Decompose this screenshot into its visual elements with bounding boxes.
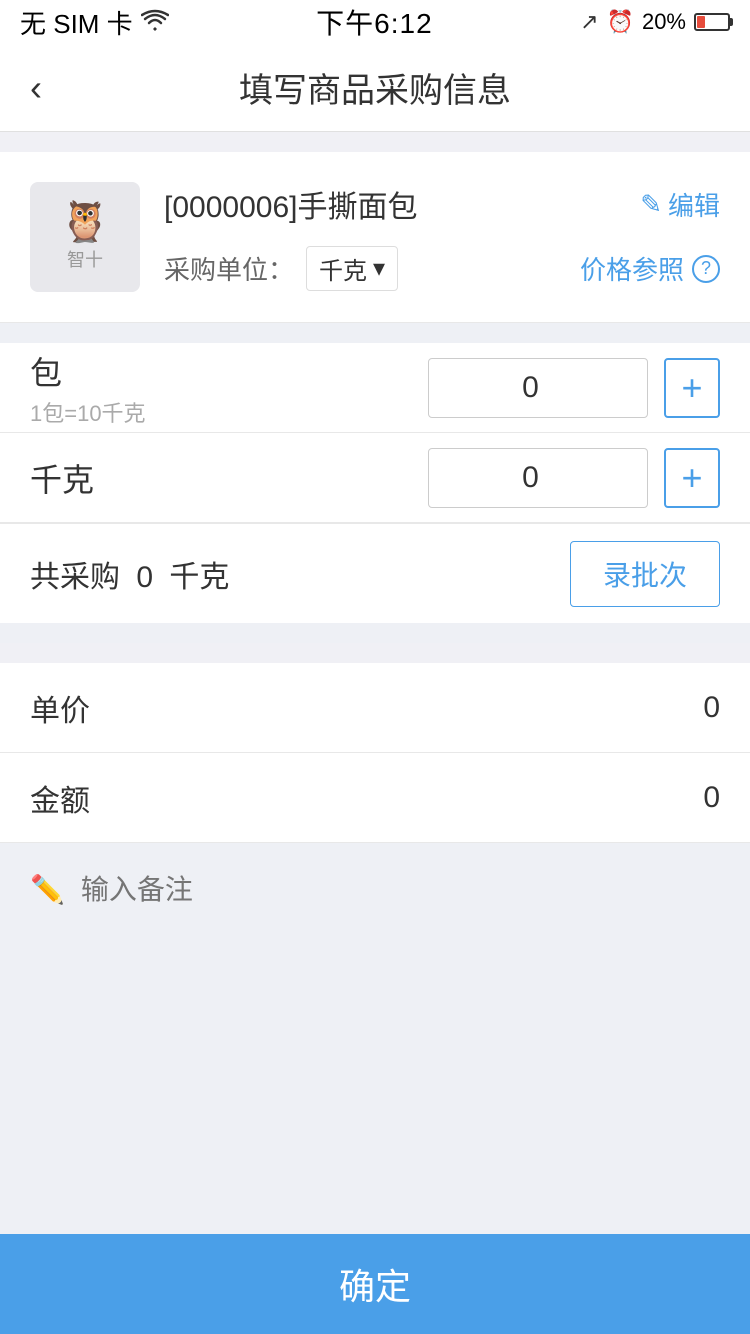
product-logo-icon: 🦉 [60, 202, 110, 242]
unit-select[interactable]: 千克 ▾ [306, 246, 398, 291]
unit-price-row: 单价 0 [0, 663, 750, 753]
alarm-icon: ⏰ [607, 9, 634, 35]
unit-dropdown-icon: ▾ [373, 254, 385, 283]
bag-plus-icon: + [681, 367, 702, 409]
back-button[interactable]: ‹ [30, 67, 42, 109]
amount-label: 金额 [30, 776, 90, 820]
purchase-unit-label: 采购单位： [164, 250, 294, 287]
product-card: 🦉 智十 [0000006]手撕面包 ✎ 编辑 采购单位： 千克 ▾ [0, 152, 750, 323]
record-batch-button[interactable]: 录批次 [570, 541, 720, 607]
status-bar: 无 SIM 卡 下午6:12 ↗ ⏰ 20% [0, 0, 750, 44]
total-section: 共采购 0 千克 录批次 [0, 523, 750, 623]
price-section: 单价 0 金额 0 [0, 663, 750, 843]
price-reference-button[interactable]: 价格参照 ? [580, 250, 720, 287]
unit-price-value: 0 [703, 691, 720, 725]
confirm-button[interactable]: 确定 [0, 1234, 750, 1334]
kg-label: 千克 [30, 455, 160, 501]
empty-area [0, 936, 750, 1234]
kg-plus-button[interactable]: + [664, 448, 720, 508]
quantity-input-section: 包 1包=10千克 + 千克 + [0, 343, 750, 623]
remark-section: ✏️ [0, 843, 750, 936]
page-title: 填写商品采购信息 [239, 63, 511, 112]
bag-sub-label: 1包=10千克 [30, 396, 160, 428]
price-ref-label: 价格参照 [580, 250, 684, 287]
bag-input[interactable] [428, 358, 648, 418]
amount-row: 金额 0 [0, 753, 750, 843]
total-value: 0 [136, 561, 153, 594]
wifi-icon [141, 7, 169, 38]
section-separator [0, 323, 750, 343]
edit-icon: ✎ [640, 189, 662, 220]
carrier-text: 无 SIM 卡 [20, 4, 133, 41]
remark-input[interactable] [81, 874, 720, 906]
unit-price-label: 单价 [30, 686, 90, 730]
product-info: [0000006]手撕面包 ✎ 编辑 采购单位： 千克 ▾ 价格参照 [164, 182, 720, 291]
battery-indicator [694, 13, 730, 31]
product-name: [0000006]手撕面包 [164, 182, 417, 226]
back-icon: ‹ [30, 67, 42, 108]
edit-button[interactable]: ✎ 编辑 [640, 186, 720, 223]
product-thumbnail: 🦉 智十 [30, 182, 140, 292]
bag-label: 包 [30, 348, 160, 394]
bag-input-row: 包 1包=10千克 + [0, 343, 750, 433]
help-icon: ? [692, 255, 720, 283]
kg-input-row: 千克 + [0, 433, 750, 523]
brand-text: 智十 [67, 246, 103, 272]
total-unit: 千克 [169, 561, 229, 594]
kg-plus-icon: + [681, 457, 702, 499]
battery-percent: 20% [642, 9, 686, 35]
unit-value: 千克 [319, 251, 367, 286]
bag-plus-button[interactable]: + [664, 358, 720, 418]
location-icon: ↗ [580, 9, 598, 35]
total-label: 共采购 0 千克 [30, 552, 229, 596]
pencil-icon: ✏️ [30, 873, 65, 906]
section-separator-2 [0, 623, 750, 643]
amount-value: 0 [703, 781, 720, 815]
edit-label: 编辑 [668, 186, 720, 223]
status-time: 下午6:12 [316, 2, 433, 42]
kg-input[interactable] [428, 448, 648, 508]
nav-bar: ‹ 填写商品采购信息 [0, 44, 750, 132]
